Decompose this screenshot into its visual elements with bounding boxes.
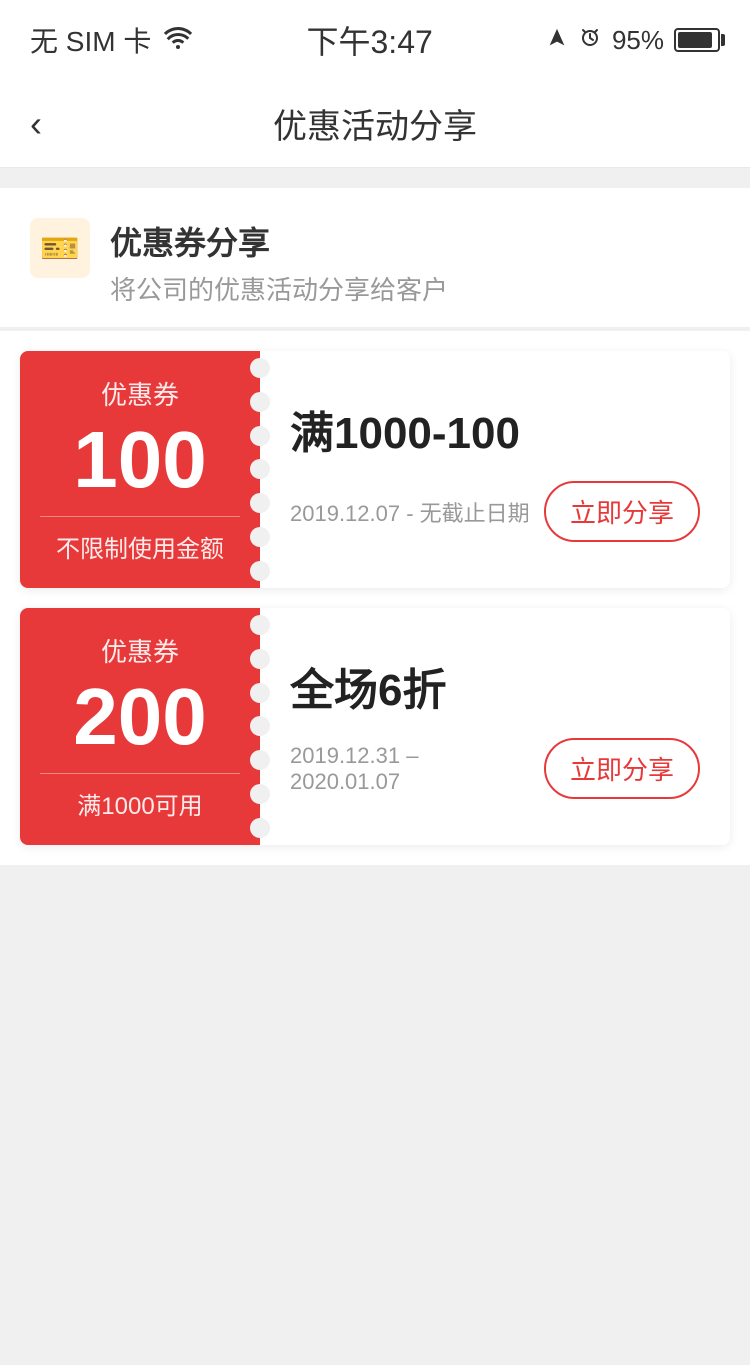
coupon-amount-2: 200 [73,677,206,757]
section-subtitle: 将公司的优惠活动分享给客户 [110,270,448,307]
coupon-name-2: 全场6折 [290,654,700,718]
status-right: 95% [546,25,720,56]
coupon-bottom-1: 2019.12.07 - 无截止日期 立即分享 [290,481,700,542]
nav-bar: ‹ 优惠活动分享 [0,80,750,168]
coupon-date-1: 2019.12.07 - 无截止日期 [290,496,534,528]
share-button-1[interactable]: 立即分享 [544,481,700,542]
coupon-bottom-2: 2019.12.31 – 2020.01.07 立即分享 [290,738,700,799]
coupon-card-2: 优惠券 200 满1000可用 全场6折 2019.12.31 – 2020.0… [20,608,730,845]
page-title: 优惠活动分享 [273,99,477,148]
coupons-container: 优惠券 100 不限制使用金额 满1000-100 2019.12.07 - 无… [0,331,750,865]
back-button[interactable]: ‹ [30,103,42,145]
status-left: 无 SIM 卡 [30,20,193,60]
empty-area [0,865,750,1365]
coupon-right-1: 满1000-100 2019.12.07 - 无截止日期 立即分享 [260,351,730,588]
section-text: 优惠券分享 将公司的优惠活动分享给客户 [110,218,448,307]
coupon-type-1: 优惠券 [101,375,179,412]
coupon-card-1: 优惠券 100 不限制使用金额 满1000-100 2019.12.07 - 无… [20,351,730,588]
time-label: 下午3:47 [307,17,433,63]
battery-icon [674,28,720,52]
coupon-left-2: 优惠券 200 满1000可用 [20,608,260,845]
share-button-2[interactable]: 立即分享 [544,738,700,799]
carrier-label: 无 SIM 卡 [30,20,151,60]
coupon-divider-2 [250,608,270,845]
wifi-icon [163,24,193,56]
coupon-amount-1: 100 [73,420,206,500]
status-bar: 无 SIM 卡 下午3:47 95% [0,0,750,80]
coupon-condition-2: 满1000可用 [40,773,240,821]
section-header: 🎫 优惠券分享 将公司的优惠活动分享给客户 [0,188,750,327]
coupon-left-1: 优惠券 100 不限制使用金额 [20,351,260,588]
battery-percent: 95% [612,25,664,56]
coupon-name-1: 满1000-100 [290,397,700,461]
section-title: 优惠券分享 [110,218,448,264]
coupon-date-2: 2019.12.31 – 2020.01.07 [290,743,534,795]
coupon-type-2: 优惠券 [101,632,179,669]
coupon-condition-1: 不限制使用金额 [40,516,240,564]
section-icon: 🎫 [30,218,90,278]
alarm-icon [578,25,602,56]
coupon-divider-1 [250,351,270,588]
location-icon [546,25,568,56]
coupon-right-2: 全场6折 2019.12.31 – 2020.01.07 立即分享 [260,608,730,845]
